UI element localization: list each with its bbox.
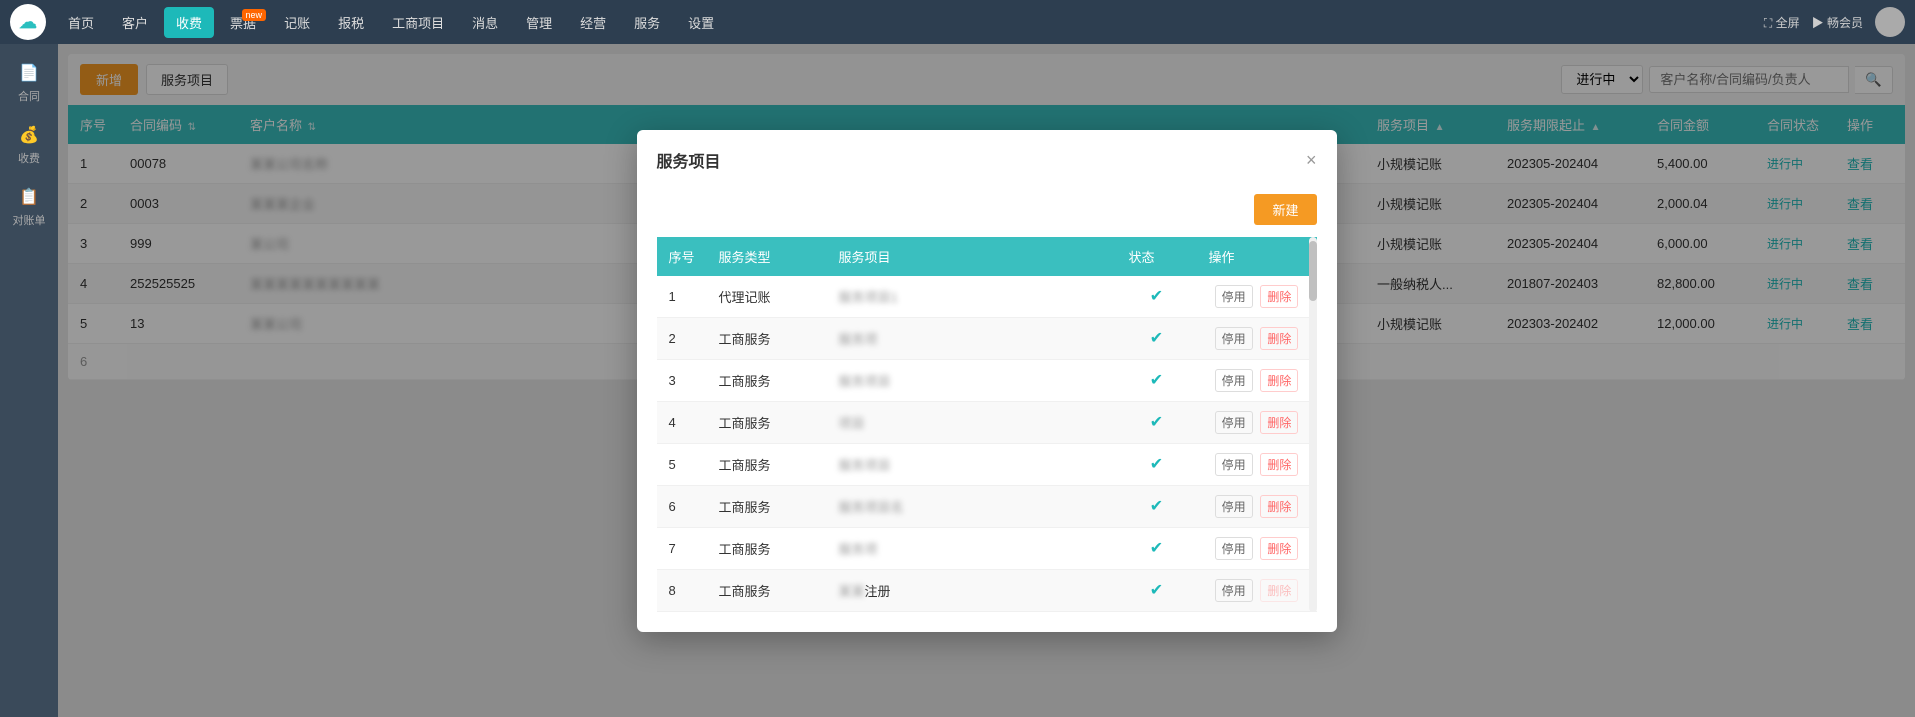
delete-button[interactable]: 删除	[1260, 411, 1298, 434]
modal-table-row: 6 工商服务 服务项目名 ✔ 停用 删除	[657, 485, 1317, 527]
service-table: 序号 服务类型 服务项目 状态 操作 1 代理记账	[657, 237, 1317, 612]
logo-icon: ☁	[10, 4, 46, 40]
nav-operation[interactable]: 经营	[568, 7, 618, 38]
sidebar-label-statement: 对账单	[13, 212, 46, 228]
nav-business[interactable]: 工商项目	[380, 7, 456, 38]
stop-button[interactable]: 停用	[1215, 537, 1253, 560]
modal-table-row: 7 工商服务 服务项 ✔ 停用 删除	[657, 527, 1317, 569]
modal-table-row: 4 工商服务 项目 ✔ 停用 删除	[657, 401, 1317, 443]
nav-message[interactable]: 消息	[460, 7, 510, 38]
sidebar-item-billing[interactable]: 💰 收费	[3, 116, 55, 174]
contract-icon: 📄	[18, 62, 40, 84]
top-navigation: ☁ 首页 客户 收费 票据 new 记账 报税 工商项目 消息 管理 经营 服务…	[0, 0, 1915, 44]
modal-table-row: 2 工商服务 服务项 ✔ 停用 删除	[657, 317, 1317, 359]
delete-button[interactable]: 删除	[1260, 495, 1298, 518]
delete-button[interactable]: 删除	[1260, 537, 1298, 560]
nav-settings[interactable]: 设置	[676, 7, 726, 38]
modal-col-status: 状态	[1117, 237, 1197, 276]
nav-customer[interactable]: 客户	[110, 7, 160, 38]
member-btn[interactable]: ▶ 畅会员	[1812, 14, 1863, 31]
billing-icon: 💰	[18, 124, 40, 146]
nav-service[interactable]: 服务	[622, 7, 672, 38]
stop-button[interactable]: 停用	[1215, 579, 1253, 602]
stop-button[interactable]: 停用	[1215, 495, 1253, 518]
modal-table-row: 1 代理记账 服务项目1 ✔ 停用 删除	[657, 276, 1317, 318]
modal-toolbar: 新建	[657, 194, 1317, 225]
sidebar: 📄 合同 💰 收费 📋 对账单	[0, 44, 58, 717]
modal-col-action: 操作	[1197, 237, 1317, 276]
new-badge: new	[242, 9, 267, 21]
stop-button[interactable]: 停用	[1215, 453, 1253, 476]
modal-col-service: 服务项目	[827, 237, 1117, 276]
nav-bookkeeping[interactable]: 记账	[272, 7, 322, 38]
nav-management[interactable]: 管理	[514, 7, 564, 38]
main-layout: 📄 合同 💰 收费 📋 对账单 新增 服务项目 进行中 已终止 全部	[0, 44, 1915, 717]
statement-icon: 📋	[18, 186, 40, 208]
modal-close-button[interactable]: ×	[1306, 151, 1317, 169]
nav-tax[interactable]: 报税	[326, 7, 376, 38]
nav-right-actions: ⛶ 全屏 ▶ 畅会员	[1764, 7, 1905, 37]
stop-button[interactable]: 停用	[1215, 369, 1253, 392]
modal-body: 新建 序号 服务类型 服务项目 状态 操作	[637, 184, 1337, 632]
stop-button[interactable]: 停用	[1215, 411, 1253, 434]
sidebar-label-billing: 收费	[18, 150, 40, 166]
modal-col-seq: 序号	[657, 237, 707, 276]
modal-col-type: 服务类型	[707, 237, 827, 276]
modal-overlay: 服务项目 × 新建 序号 服务类型 服务项目	[58, 44, 1915, 717]
nav-invoice[interactable]: 票据 new	[218, 7, 268, 38]
delete-button[interactable]: 删除	[1260, 579, 1298, 602]
nav-billing[interactable]: 收费	[164, 7, 214, 38]
fullscreen-btn[interactable]: ⛶ 全屏	[1764, 14, 1800, 31]
delete-button[interactable]: 删除	[1260, 369, 1298, 392]
nav-menu: 首页 客户 收费 票据 new 记账 报税 工商项目 消息 管理 经营 服务 设…	[56, 7, 1764, 38]
modal-table-row: 5 工商服务 服务项目 ✔ 停用 删除	[657, 443, 1317, 485]
nav-home[interactable]: 首页	[56, 7, 106, 38]
modal-table-row: 8 工商服务 某某注册 ✔ 停用 删除	[657, 569, 1317, 611]
delete-button[interactable]: 删除	[1260, 453, 1298, 476]
sidebar-item-contract[interactable]: 📄 合同	[3, 54, 55, 112]
sidebar-item-statement[interactable]: 📋 对账单	[3, 178, 55, 236]
modal-new-button[interactable]: 新建	[1254, 194, 1316, 225]
delete-button[interactable]: 删除	[1260, 285, 1298, 308]
service-items-modal: 服务项目 × 新建 序号 服务类型 服务项目	[637, 130, 1337, 632]
content-area: 新增 服务项目 进行中 已终止 全部 🔍 序号	[58, 44, 1915, 717]
avatar[interactable]	[1875, 7, 1905, 37]
scrollbar-track[interactable]	[1309, 237, 1317, 612]
modal-title: 服务项目	[657, 148, 721, 172]
scrollbar-thumb[interactable]	[1309, 241, 1317, 301]
sidebar-label-contract: 合同	[18, 88, 40, 104]
modal-header: 服务项目 ×	[637, 130, 1337, 184]
stop-button[interactable]: 停用	[1215, 285, 1253, 308]
modal-table-row: 3 工商服务 服务项目 ✔ 停用 删除	[657, 359, 1317, 401]
delete-button[interactable]: 删除	[1260, 327, 1298, 350]
stop-button[interactable]: 停用	[1215, 327, 1253, 350]
